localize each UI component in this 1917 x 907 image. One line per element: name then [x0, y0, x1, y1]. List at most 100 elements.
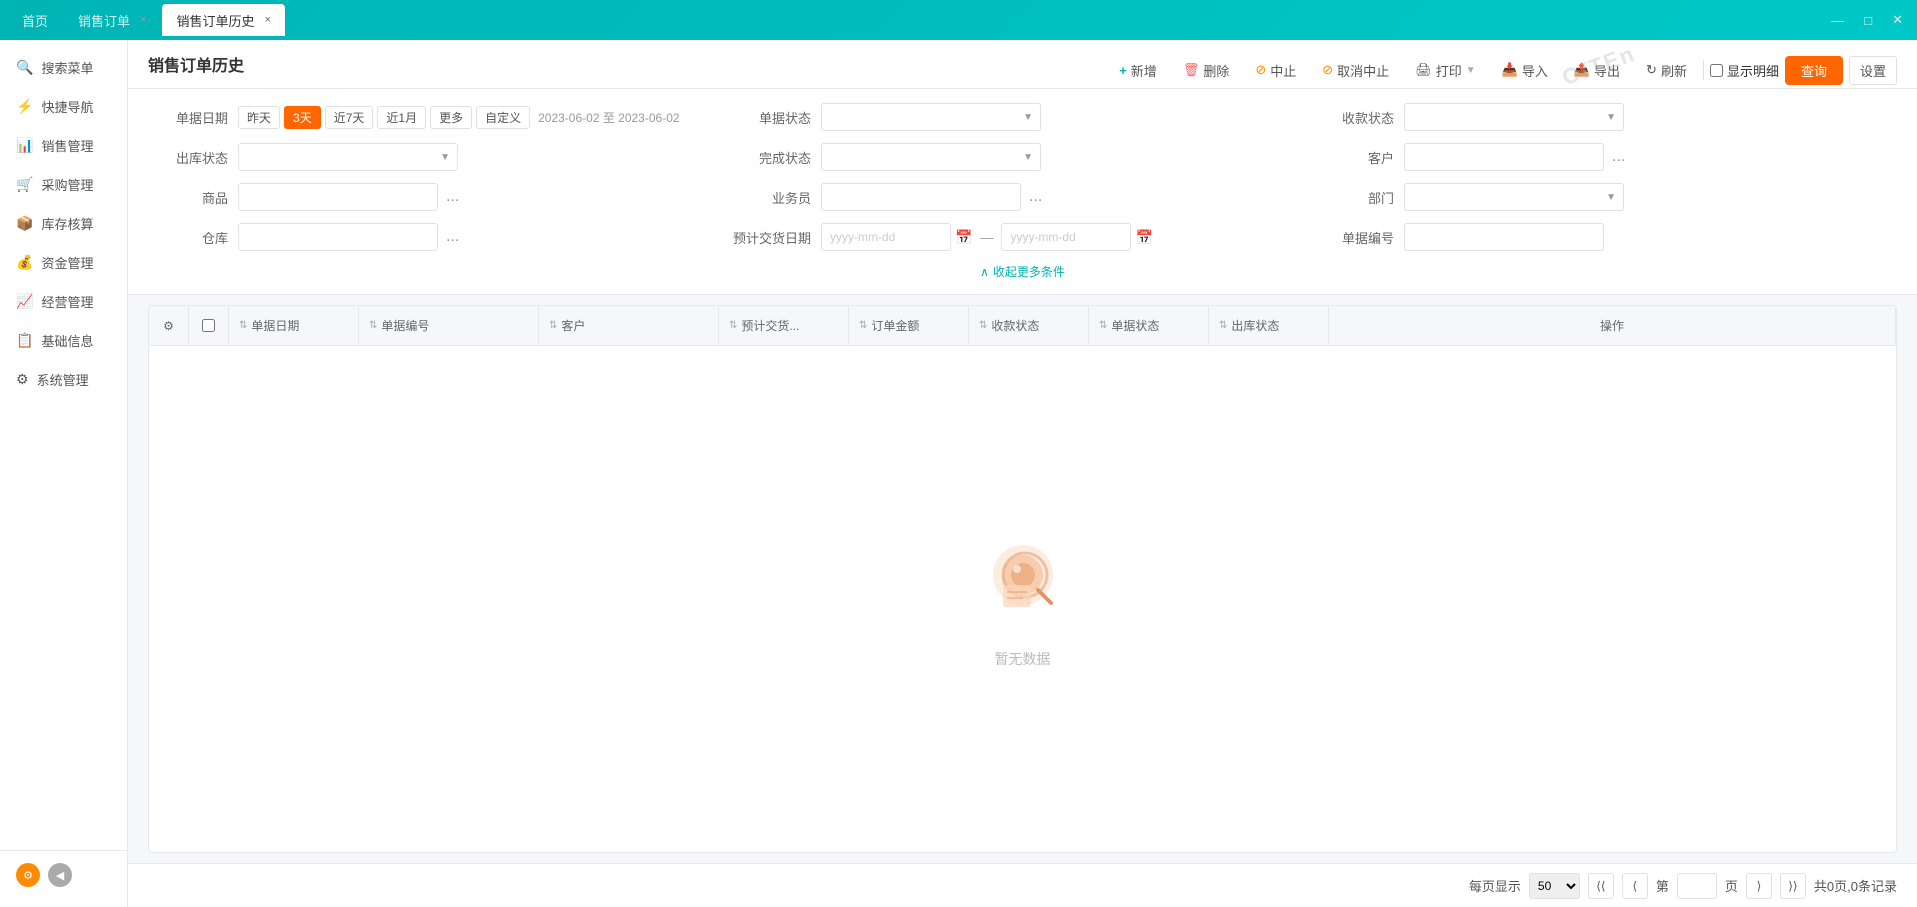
sidebar-item-quick-nav-label: 快捷导航 [41, 97, 93, 116]
window-min-btn[interactable]: — [1825, 13, 1850, 28]
first-page-btn[interactable]: ⟨⟨ [1588, 873, 1614, 899]
th-expected[interactable]: ⇅ 预计交货... [719, 306, 849, 345]
sidebar-item-sales-mgmt-label: 销售管理 [41, 136, 93, 155]
sidebar-settings-icon[interactable]: ⚙ [16, 863, 40, 887]
sidebar-item-inventory-mgmt[interactable]: 📦 库存核算 [0, 204, 127, 243]
sidebar-collapse-icon[interactable]: ◀ [48, 863, 72, 887]
department-select[interactable] [1404, 183, 1624, 211]
th-customer[interactable]: ⇅ 客户 [539, 306, 719, 345]
sidebar-item-business-mgmt-label: 经营管理 [41, 292, 93, 311]
date-btn-month[interactable]: 近1月 [377, 106, 426, 129]
stop-button[interactable]: ⊘ 中止 [1245, 57, 1306, 84]
collapse-link[interactable]: ∧ 收起更多条件 [148, 263, 1897, 280]
new-button[interactable]: + 新增 [1109, 57, 1167, 84]
th-checkbox[interactable] [189, 306, 229, 345]
th-storage-status[interactable]: ⇅ 出库状态 [1209, 306, 1329, 345]
window-max-btn[interactable]: □ [1858, 13, 1878, 28]
tab-sales-order-history[interactable]: 销售订单历史 × [162, 4, 284, 36]
date-range-text: 2023-06-02 至 2023-06-02 [538, 109, 679, 126]
sidebar-item-sales-mgmt[interactable]: 📊 销售管理 [0, 126, 127, 165]
sidebar-item-search-menu[interactable]: 🔍 搜索菜单 [0, 48, 127, 87]
cancel-stop-button[interactable]: ⊘ 取消中止 [1312, 57, 1399, 84]
warehouse-input[interactable] [238, 223, 438, 251]
th-settings[interactable]: ⚙ [149, 306, 189, 345]
sidebar-item-quick-nav[interactable]: ⚡ 快捷导航 [0, 87, 127, 126]
th-customer-label: 客户 [561, 317, 585, 334]
prev-page-btn[interactable]: ⟨ [1622, 873, 1648, 899]
tab-sales-order[interactable]: 销售订单 × [64, 4, 160, 36]
department-label: 部门 [1314, 188, 1404, 207]
date-btn-3days[interactable]: 3天 [284, 106, 321, 129]
expected-date-to[interactable] [1001, 223, 1131, 251]
order-no-input[interactable] [1404, 223, 1604, 251]
customer-dots[interactable]: ... [1608, 148, 1629, 166]
calendar-from-icon[interactable]: 📅 [955, 229, 972, 246]
display-detail-control[interactable]: 显示明细 [1710, 61, 1779, 80]
calendar-to-icon[interactable]: 📅 [1135, 229, 1152, 246]
payment-status-label: 收款状态 [1314, 108, 1404, 127]
next-page-btn[interactable]: ⟩ [1746, 873, 1772, 899]
th-date[interactable]: ⇅ 单据日期 [229, 306, 359, 345]
settings-label: 设置 [1860, 61, 1886, 80]
product-input[interactable] [238, 183, 438, 211]
refresh-button[interactable]: ↻ 刷新 [1636, 57, 1697, 84]
order-status-label: 单据状态 [731, 108, 821, 127]
tab-sales-order-close[interactable]: × [140, 14, 146, 26]
last-page-btn[interactable]: ⟩⟩ [1780, 873, 1806, 899]
th-payment-status[interactable]: ⇅ 收款状态 [969, 306, 1089, 345]
payment-status-select[interactable] [1404, 103, 1624, 131]
date-label: 单据日期 [148, 108, 238, 127]
tab-sales-order-history-close[interactable]: × [264, 14, 270, 26]
sidebar-item-purchase-mgmt-label: 采购管理 [41, 175, 93, 194]
order-status-select[interactable] [821, 103, 1041, 131]
storage-status-select[interactable] [238, 143, 458, 171]
sidebar-item-system-mgmt[interactable]: ⚙ 系统管理 [0, 360, 127, 399]
export-button[interactable]: 📤 导出 [1564, 57, 1630, 84]
top-bar: 首页 销售订单 × 销售订单历史 × — □ ✕ [0, 0, 1917, 40]
complete-status-select[interactable] [821, 143, 1041, 171]
print-button[interactable]: 🖨 打印 ▼ [1405, 57, 1485, 84]
complete-status-control: ▼ [821, 143, 1314, 171]
import-label: 导入 [1522, 61, 1548, 80]
th-order-status[interactable]: ⇅ 单据状态 [1089, 306, 1209, 345]
collapse-label: 收起更多条件 [993, 263, 1065, 280]
sidebar-item-capital-mgmt[interactable]: 💰 资金管理 [0, 243, 127, 282]
refresh-label: 刷新 [1661, 61, 1687, 80]
delete-button[interactable]: 🗑 删除 [1173, 57, 1240, 84]
filter-row-3: 商品 ... 业务员 ... 部门 ▼ [148, 183, 1897, 211]
order-status-select-wrapper: ▼ [821, 103, 1041, 131]
empty-illustration [973, 530, 1073, 633]
sidebar-item-purchase-mgmt[interactable]: 🛒 采购管理 [0, 165, 127, 204]
th-order-no[interactable]: ⇅ 单据编号 [359, 306, 539, 345]
page-input[interactable]: 1 [1677, 873, 1717, 899]
expected-date-label: 预计交货日期 [731, 228, 821, 247]
warehouse-dots[interactable]: ... [442, 228, 463, 246]
sidebar-item-business-mgmt[interactable]: 📈 经营管理 [0, 282, 127, 321]
settings-button[interactable]: 设置 [1849, 56, 1897, 85]
display-detail-checkbox[interactable] [1710, 64, 1723, 77]
date-dash: — [976, 230, 997, 245]
select-all-checkbox[interactable] [202, 319, 215, 332]
tab-home[interactable]: 首页 [8, 4, 62, 36]
storage-status-select-wrapper: ▼ [238, 143, 458, 171]
window-close-btn[interactable]: ✕ [1886, 12, 1909, 28]
title-toolbar-row: 销售订单历史 + 新增 🗑 删除 ⊘ 中止 ⊘ [128, 40, 1917, 88]
query-button[interactable]: 查询 [1785, 56, 1843, 85]
date-btn-7days[interactable]: 近7天 [325, 106, 374, 129]
date-btn-custom[interactable]: 自定义 [476, 106, 530, 129]
date-btn-more[interactable]: 更多 [430, 106, 472, 129]
sidebar-item-basic-info[interactable]: 📋 基础信息 [0, 321, 127, 360]
import-button[interactable]: 📥 导入 [1492, 57, 1558, 84]
th-amount[interactable]: ⇅ 订单金额 [849, 306, 969, 345]
salesperson-input[interactable] [821, 183, 1021, 211]
product-dots[interactable]: ... [442, 188, 463, 206]
date-btn-today[interactable]: 昨天 [238, 106, 280, 129]
customer-input[interactable] [1404, 143, 1604, 171]
expected-date-from[interactable] [821, 223, 951, 251]
page-title: 销售订单历史 [148, 52, 244, 76]
sort-icon-order-no: ⇅ [369, 320, 377, 331]
page-label: 页 [1725, 876, 1738, 895]
export-icon: 📤 [1574, 62, 1590, 78]
salesperson-dots[interactable]: ... [1025, 188, 1046, 206]
per-page-select[interactable]: 20 50 100 [1529, 873, 1580, 899]
